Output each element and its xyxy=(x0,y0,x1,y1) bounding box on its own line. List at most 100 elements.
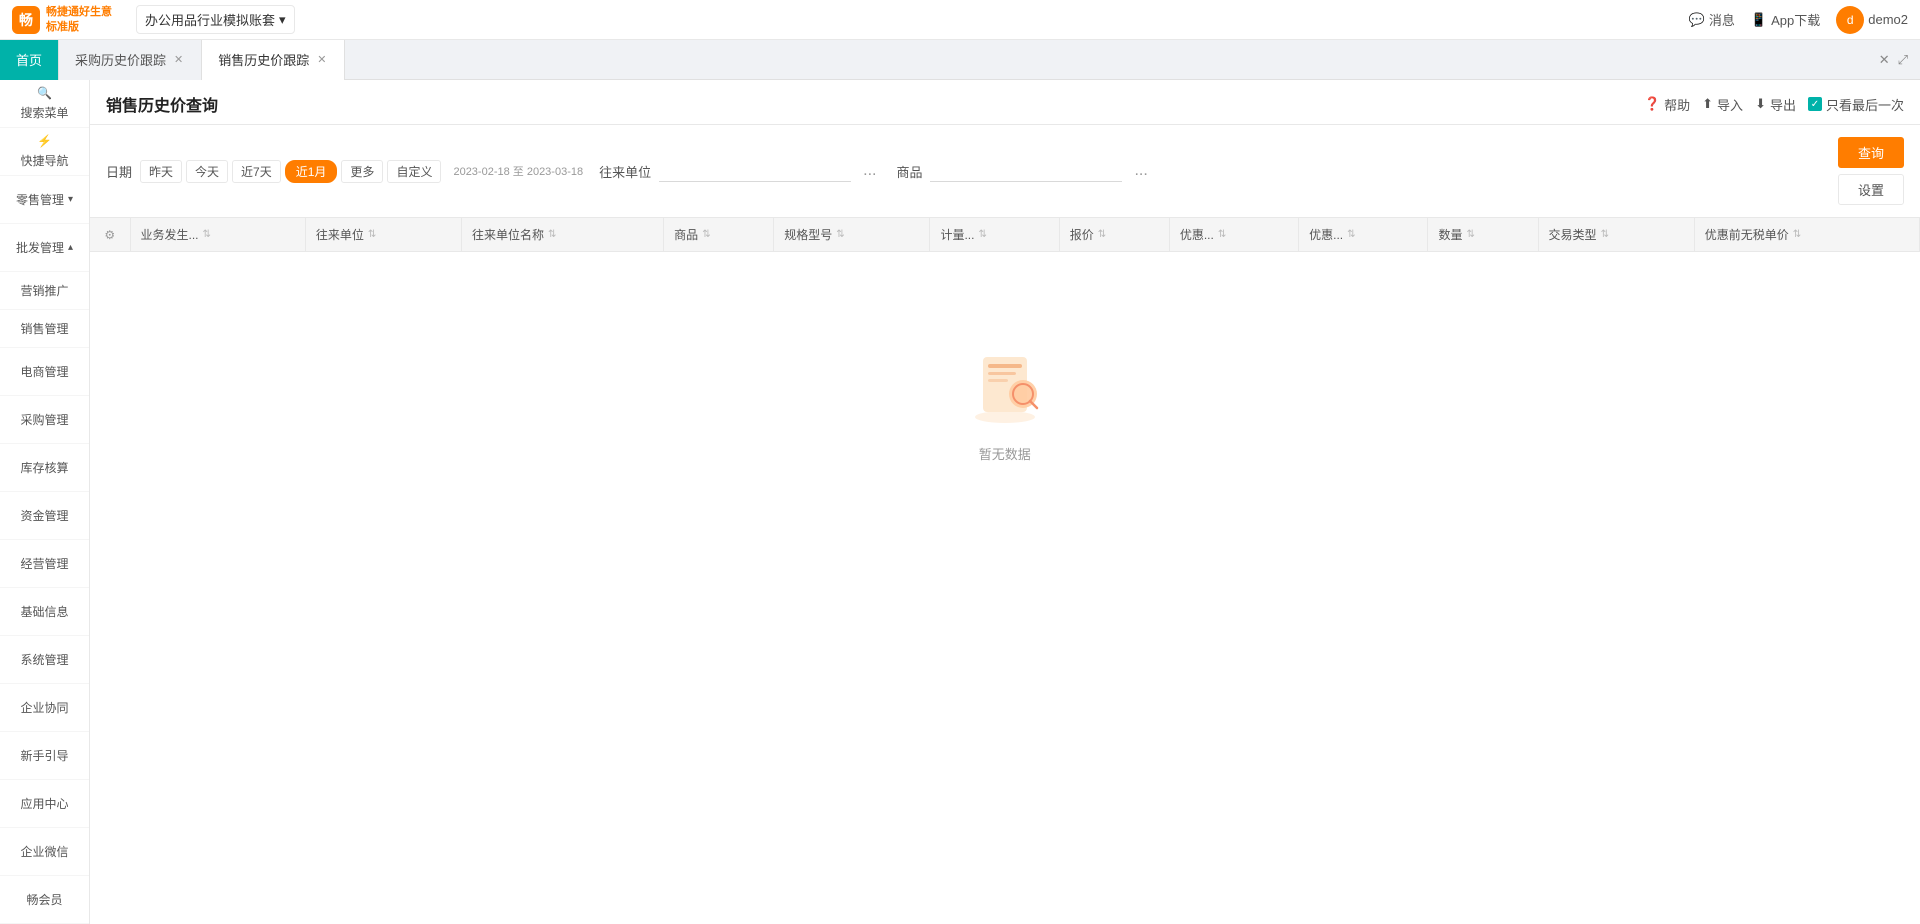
partner-filter-label: 往来单位 xyxy=(599,162,651,181)
sidebar-item-operations[interactable]: 经营管理 xyxy=(0,540,89,588)
sort-icon: ⇅ xyxy=(1098,229,1106,240)
quick-nav-icon: ⚡ xyxy=(37,134,52,148)
sidebar-item-guide[interactable]: 新手引导 xyxy=(0,732,89,780)
sort-icon: ⇅ xyxy=(1218,229,1226,240)
expand-icon[interactable]: ⤢ xyxy=(1898,52,1908,68)
date-btn-today[interactable]: 今天 xyxy=(186,160,228,183)
date-btn-last1m[interactable]: 近1月 xyxy=(285,160,338,183)
col-biz-date[interactable]: 业务发生... ⇅ xyxy=(130,218,305,252)
sidebar-item-wholesale-mgmt[interactable]: 批发管理 ▴ xyxy=(0,224,89,272)
workspace-selector[interactable]: 办公用品行业模拟账套 ▾ xyxy=(136,5,295,34)
tab-home[interactable]: 首页 xyxy=(0,40,59,80)
empty-state: 暂无数据 xyxy=(90,252,1920,543)
sidebar-item-inventory[interactable]: 库存核算 xyxy=(0,444,89,492)
sidebar-item-app-center[interactable]: 应用中心 xyxy=(0,780,89,828)
date-btn-yesterday[interactable]: 昨天 xyxy=(140,160,182,183)
sidebar: 🔍 搜索菜单 ⚡ 快捷导航 零售管理 ▾ 批发管理 ▴ 营销推广 销售管理 电商… xyxy=(0,80,90,924)
date-filter-group: 日期 昨天 今天 近7天 近1月 更多 自定义 2023-02-18 至 202… xyxy=(106,160,583,183)
export-button[interactable]: ⬇ 导出 xyxy=(1755,95,1796,114)
sort-icon: ⇅ xyxy=(548,229,556,240)
sidebar-item-quick-nav[interactable]: ⚡ 快捷导航 xyxy=(0,128,89,176)
topbar: 畅 畅捷通好生意 标准版 办公用品行业模拟账套 ▾ 💬 消息 📱 App下载 d… xyxy=(0,0,1920,40)
tab-sales-history[interactable]: 销售历史价跟踪 ✕ xyxy=(202,40,345,80)
tab-home-label: 首页 xyxy=(16,50,42,69)
query-button[interactable]: 查询 xyxy=(1838,137,1904,168)
date-buttons: 昨天 今天 近7天 近1月 更多 自定义 xyxy=(140,160,441,183)
partner-input[interactable] xyxy=(659,160,851,182)
help-button[interactable]: ❓ 帮助 xyxy=(1644,95,1690,114)
chat-button[interactable]: 💬 消息 xyxy=(1689,10,1735,29)
col-product[interactable]: 商品 ⇅ xyxy=(664,218,774,252)
only-last-checkbox[interactable]: ✓ 只看最后一次 xyxy=(1808,95,1904,114)
product-filter-group: 商品 ... xyxy=(896,160,1151,182)
sort-icon: ⇅ xyxy=(203,229,211,240)
content-area: 销售历史价查询 ❓ 帮助 ⬆ 导入 ⬇ 导出 ✓ 只看最后一次 xyxy=(90,80,1920,924)
user-menu[interactable]: d demo2 xyxy=(1836,6,1908,34)
col-partner-name[interactable]: 往来单位名称 ⇅ xyxy=(461,218,663,252)
chat-icon: 💬 xyxy=(1689,12,1705,28)
tab-sales-history-close[interactable]: ✕ xyxy=(315,51,328,68)
import-icon: ⬆ xyxy=(1702,96,1713,112)
app-download-button[interactable]: 📱 App下载 xyxy=(1751,10,1820,29)
topbar-right: 💬 消息 📱 App下载 d demo2 xyxy=(1689,6,1908,34)
tabbar-actions: ✕ ⤢ xyxy=(1867,52,1920,68)
date-btn-custom[interactable]: 自定义 xyxy=(387,160,441,183)
tab-sales-history-label: 销售历史价跟踪 xyxy=(218,50,309,69)
partner-dots[interactable]: ... xyxy=(859,162,880,180)
col-partner-code[interactable]: 往来单位 ⇅ xyxy=(305,218,461,252)
page-header: 销售历史价查询 ❓ 帮助 ⬆ 导入 ⬇ 导出 ✓ 只看最后一次 xyxy=(90,80,1920,125)
phone-icon: 📱 xyxy=(1751,12,1767,28)
sidebar-sub-marketing[interactable]: 营销推广 xyxy=(0,272,89,310)
tab-purchase-history-close[interactable]: ✕ xyxy=(172,51,185,68)
settings-button[interactable]: 设置 xyxy=(1838,174,1904,205)
avatar: d xyxy=(1836,6,1864,34)
search-icon: 🔍 xyxy=(37,86,52,100)
sort-icon: ⇅ xyxy=(836,229,844,240)
sidebar-item-enterprise-wx[interactable]: 企业微信 xyxy=(0,828,89,876)
col-discount2[interactable]: 优惠... ⇅ xyxy=(1299,218,1428,252)
date-btn-more[interactable]: 更多 xyxy=(341,160,383,183)
chevron-up-icon: ▴ xyxy=(68,242,73,253)
sort-icon: ⇅ xyxy=(368,229,376,240)
data-table-container: ⚙ 业务发生... ⇅ 往来单位 ⇅ xyxy=(90,218,1920,924)
sidebar-item-purchase-mgmt[interactable]: 采购管理 xyxy=(0,396,89,444)
sidebar-item-ecommerce[interactable]: 电商管理 xyxy=(0,348,89,396)
filter-bar: 日期 昨天 今天 近7天 近1月 更多 自定义 2023-02-18 至 202… xyxy=(90,125,1920,218)
product-dots[interactable]: ... xyxy=(1130,162,1151,180)
sidebar-item-basic-info[interactable]: 基础信息 xyxy=(0,588,89,636)
help-icon: ❓ xyxy=(1644,96,1660,112)
settings-icon[interactable]: ⚙ xyxy=(104,228,115,242)
sort-icon: ⇅ xyxy=(1466,229,1474,240)
chevron-down-icon: ▾ xyxy=(279,12,286,28)
export-icon: ⬇ xyxy=(1755,96,1766,112)
close-all-icon[interactable]: ✕ xyxy=(1879,52,1890,68)
sidebar-item-enterprise[interactable]: 企业协同 xyxy=(0,684,89,732)
col-trade-type[interactable]: 交易类型 ⇅ xyxy=(1538,218,1694,252)
sidebar-sub-sales-mgmt[interactable]: 销售管理 xyxy=(0,310,89,348)
col-quantity[interactable]: 数量 ⇅ xyxy=(1428,218,1538,252)
col-settings[interactable]: ⚙ xyxy=(90,218,130,252)
col-quote[interactable]: 报价 ⇅ xyxy=(1059,218,1169,252)
sidebar-item-system-mgmt[interactable]: 系统管理 xyxy=(0,636,89,684)
col-unit[interactable]: 计量... ⇅ xyxy=(930,218,1059,252)
logo-text: 畅捷通好生意 标准版 xyxy=(46,5,112,34)
sort-icon: ⇅ xyxy=(1793,229,1801,240)
sidebar-item-vip[interactable]: 畅会员 xyxy=(0,876,89,924)
sidebar-item-finance[interactable]: 资金管理 xyxy=(0,492,89,540)
import-button[interactable]: ⬆ 导入 xyxy=(1702,95,1743,114)
partner-filter-group: 往来单位 ... xyxy=(599,160,880,182)
main-layout: 🔍 搜索菜单 ⚡ 快捷导航 零售管理 ▾ 批发管理 ▴ 营销推广 销售管理 电商… xyxy=(0,80,1920,924)
sidebar-item-search[interactable]: 🔍 搜索菜单 xyxy=(0,80,89,128)
product-input[interactable] xyxy=(930,160,1122,182)
col-spec[interactable]: 规格型号 ⇅ xyxy=(774,218,930,252)
col-discount1[interactable]: 优惠... ⇅ xyxy=(1169,218,1298,252)
date-btn-last7[interactable]: 近7天 xyxy=(232,160,281,183)
sidebar-item-retail-mgmt[interactable]: 零售管理 ▾ xyxy=(0,176,89,224)
logo-icon: 畅 xyxy=(12,6,40,34)
product-filter-label: 商品 xyxy=(896,162,922,181)
tab-purchase-history[interactable]: 采购历史价跟踪 ✕ xyxy=(59,40,202,80)
col-pretax-price[interactable]: 优惠前无税单价 ⇅ xyxy=(1694,218,1919,252)
topbar-left: 畅 畅捷通好生意 标准版 办公用品行业模拟账套 ▾ xyxy=(12,5,295,34)
empty-text: 暂无数据 xyxy=(979,444,1031,463)
logo-area: 畅 畅捷通好生意 标准版 xyxy=(12,5,112,34)
